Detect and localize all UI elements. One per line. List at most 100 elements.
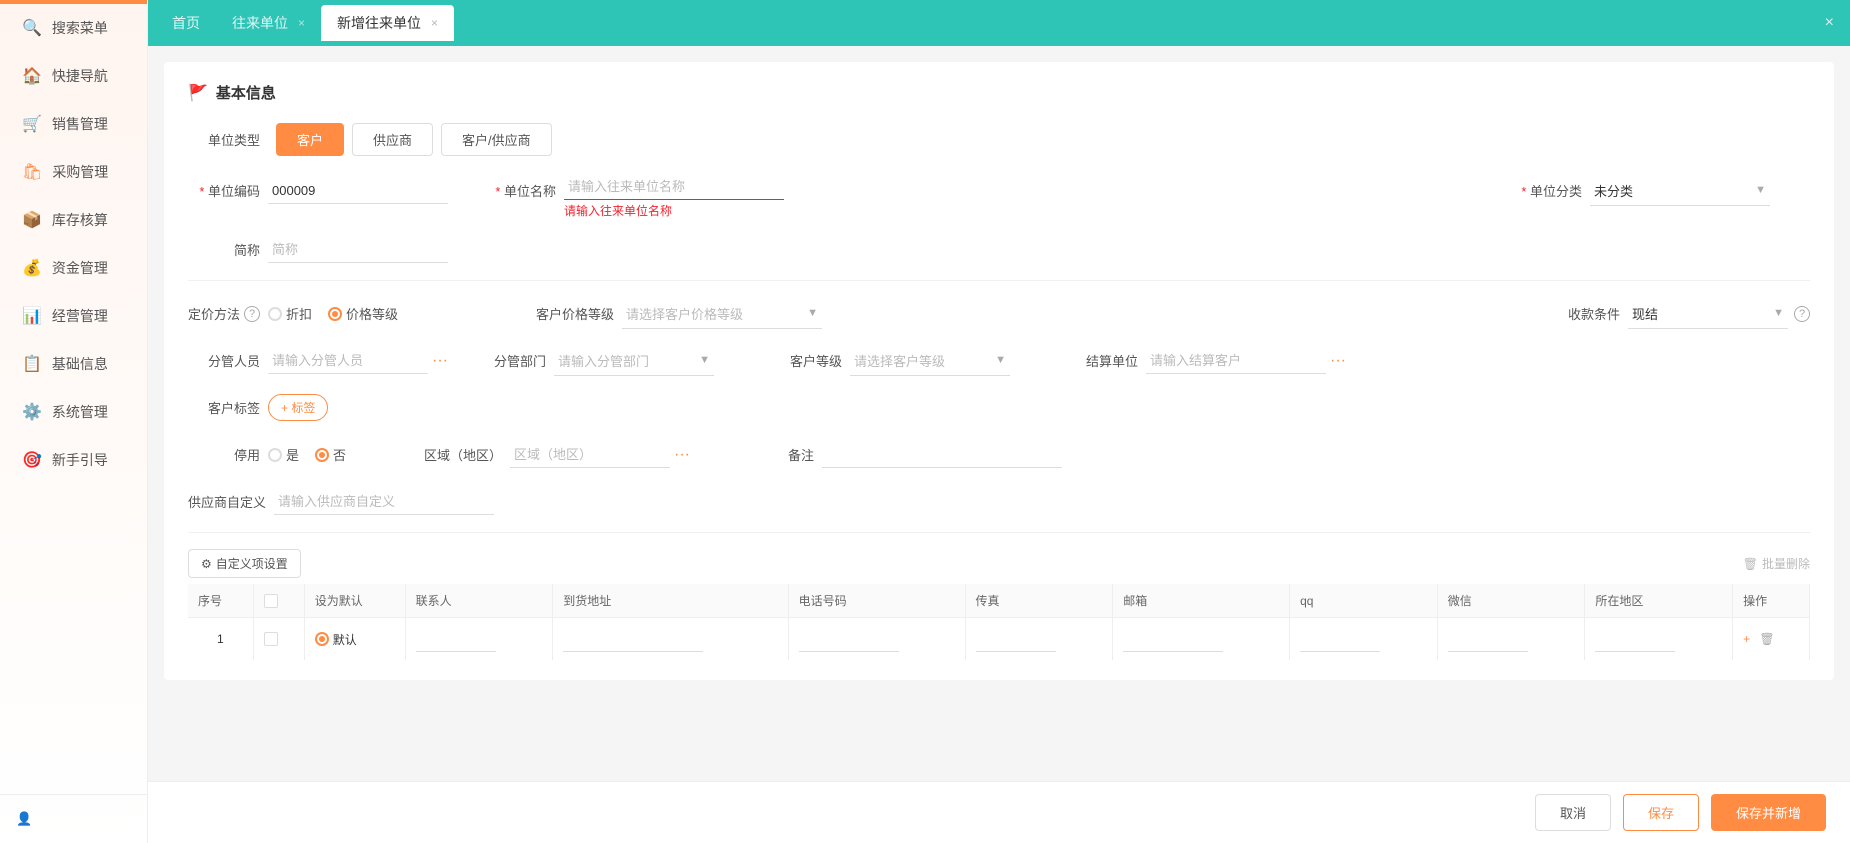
tab-bar-close-all[interactable]: × [1825, 14, 1834, 32]
table-row: 1 默认 [188, 618, 1810, 661]
phone-input[interactable] [799, 626, 899, 652]
short-name-input[interactable] [268, 237, 448, 263]
unit-name-input[interactable] [564, 174, 784, 200]
address-input[interactable] [563, 626, 703, 652]
btn-both[interactable]: 客户/供应商 [441, 123, 552, 156]
sidebar-item-quick-nav[interactable]: 🏠 快捷导航 [6, 54, 141, 98]
unit-type-buttons: 客户 供应商 客户/供应商 [276, 123, 552, 156]
tab-new-partner-close[interactable]: × [431, 16, 438, 30]
col-region: 所在地区 [1585, 584, 1733, 618]
wechat-input[interactable] [1448, 626, 1528, 652]
pricing-help-icon[interactable]: ? [244, 306, 260, 322]
col-fax: 传真 [965, 584, 1113, 618]
radio-discount-label: 折扣 [286, 304, 312, 323]
supplier-custom-input[interactable] [274, 489, 494, 515]
dept-select[interactable]: 请输入分管部门 ▼ [554, 346, 714, 376]
remark-label: 备注 [772, 438, 822, 471]
payment-terms-select[interactable]: 现结 ▼ [1628, 299, 1788, 329]
customer-level-select[interactable]: 请选择客户等级 ▼ [850, 346, 1010, 376]
customer-tag-label: 客户标签 [188, 391, 268, 424]
col-address: 到货地址 [553, 584, 788, 618]
customer-price-level-select[interactable]: 请选择客户价格等级 ▼ [622, 299, 822, 329]
sidebar-user[interactable]: 👤 [0, 803, 147, 835]
add-row-btn[interactable]: + [1743, 632, 1750, 646]
cell-seq: 1 [188, 618, 253, 661]
radio-no[interactable]: 否 [315, 445, 346, 464]
sidebar-label-search: 搜索菜单 [52, 18, 108, 38]
unit-code-input[interactable] [268, 178, 448, 204]
default-radio[interactable] [315, 632, 329, 646]
add-tag-btn[interactable]: + 标签 [268, 394, 328, 421]
email-input[interactable] [1123, 626, 1223, 652]
row-checkbox[interactable] [264, 632, 278, 646]
cell-address [553, 618, 788, 661]
cell-qq [1290, 618, 1438, 661]
manager-input[interactable] [268, 348, 428, 374]
cell-contact [405, 618, 553, 661]
sidebar-item-finance[interactable]: 💰 资金管理 [6, 246, 141, 290]
sidebar-label-newbie: 新手引导 [52, 450, 108, 470]
radio-yes[interactable]: 是 [268, 445, 299, 464]
payment-terms-value: 现结 [1632, 304, 1658, 323]
sidebar-item-newbie[interactable]: 🎯 新手引导 [6, 438, 141, 482]
radio-yes-label: 是 [286, 445, 299, 464]
payment-help-icon[interactable]: ? [1794, 306, 1810, 322]
contact-input[interactable] [416, 626, 496, 652]
unit-type-label: 单位类型 [188, 130, 268, 149]
tab-partners[interactable]: 往来单位 × [216, 5, 321, 41]
basic-info-card: 🚩 基本信息 单位类型 客户 供应商 客户/供应商 单位编码 [164, 62, 1834, 680]
settlement-more-btn[interactable]: ··· [1326, 352, 1350, 370]
qq-input[interactable] [1300, 626, 1380, 652]
sidebar-item-system[interactable]: ⚙️ 系统管理 [6, 390, 141, 434]
unit-category-label: 单位分类 [1510, 174, 1590, 207]
manager-more-btn[interactable]: ··· [428, 352, 452, 370]
sidebar-item-basic[interactable]: 📋 基础信息 [6, 342, 141, 386]
newbie-icon: 🎯 [22, 450, 42, 470]
flag-icon: 🚩 [188, 83, 208, 103]
region-input[interactable] [510, 442, 670, 468]
btn-supplier[interactable]: 供应商 [352, 123, 433, 156]
cell-wechat [1437, 618, 1585, 661]
customer-level-placeholder: 请选择客户等级 [854, 351, 945, 370]
payment-terms-label: 收款条件 [1558, 297, 1628, 330]
custom-settings-btn[interactable]: ⚙ 自定义项设置 [188, 549, 301, 578]
batch-delete-btn[interactable]: 🗑 批量删除 [1743, 555, 1810, 572]
home-icon: 🏠 [22, 66, 42, 86]
tab-partners-close[interactable]: × [298, 16, 305, 30]
search-icon: 🔍 [22, 18, 42, 38]
delete-row-btn[interactable]: 🗑 [1759, 632, 1774, 646]
customer-price-level-label: 客户价格等级 [532, 297, 622, 330]
sidebar-label-operation: 经营管理 [52, 306, 108, 326]
fax-input[interactable] [976, 626, 1056, 652]
radio-no-circle [315, 448, 329, 462]
chevron-down-icon: ▼ [1755, 184, 1766, 196]
sidebar-item-sales[interactable]: 🛒 销售管理 [6, 102, 141, 146]
tab-new-partner[interactable]: 新增往来单位 × [321, 5, 454, 41]
sidebar-item-search[interactable]: 🔍 搜索菜单 [6, 6, 141, 50]
sidebar-item-operation[interactable]: 📊 经营管理 [6, 294, 141, 338]
default-label: 默认 [333, 631, 357, 648]
region-more-btn[interactable]: ··· [670, 446, 694, 464]
remark-input[interactable] [822, 442, 1062, 468]
pricing-method-radios: 折扣 价格等级 [268, 304, 398, 323]
unit-category-select[interactable]: 未分类 ▼ [1590, 176, 1770, 206]
sidebar-item-inventory[interactable]: 📦 库存核算 [6, 198, 141, 242]
sidebar-item-purchase[interactable]: 🛍 采购管理 [6, 150, 141, 194]
operation-icon: 📊 [22, 306, 42, 326]
save-button[interactable]: 保存 [1623, 794, 1699, 831]
region-table-input[interactable] [1595, 626, 1675, 652]
radio-discount[interactable]: 折扣 [268, 304, 312, 323]
select-all-checkbox[interactable] [264, 594, 278, 608]
cancel-button[interactable]: 取消 [1535, 794, 1611, 831]
inventory-icon: 📦 [22, 210, 42, 230]
system-icon: ⚙️ [22, 402, 42, 422]
settlement-unit-input[interactable] [1146, 348, 1326, 374]
gear-icon: ⚙ [201, 557, 212, 571]
btn-customer[interactable]: 客户 [276, 123, 344, 156]
col-contact: 联系人 [405, 584, 553, 618]
tab-home[interactable]: 首页 [156, 5, 216, 41]
table-toolbar: ⚙ 自定义项设置 🗑 批量删除 [188, 549, 1810, 578]
save-new-button[interactable]: 保存并新增 [1711, 794, 1826, 831]
settlement-unit-label: 结算单位 [1076, 344, 1146, 377]
radio-price-level[interactable]: 价格等级 [328, 304, 398, 323]
